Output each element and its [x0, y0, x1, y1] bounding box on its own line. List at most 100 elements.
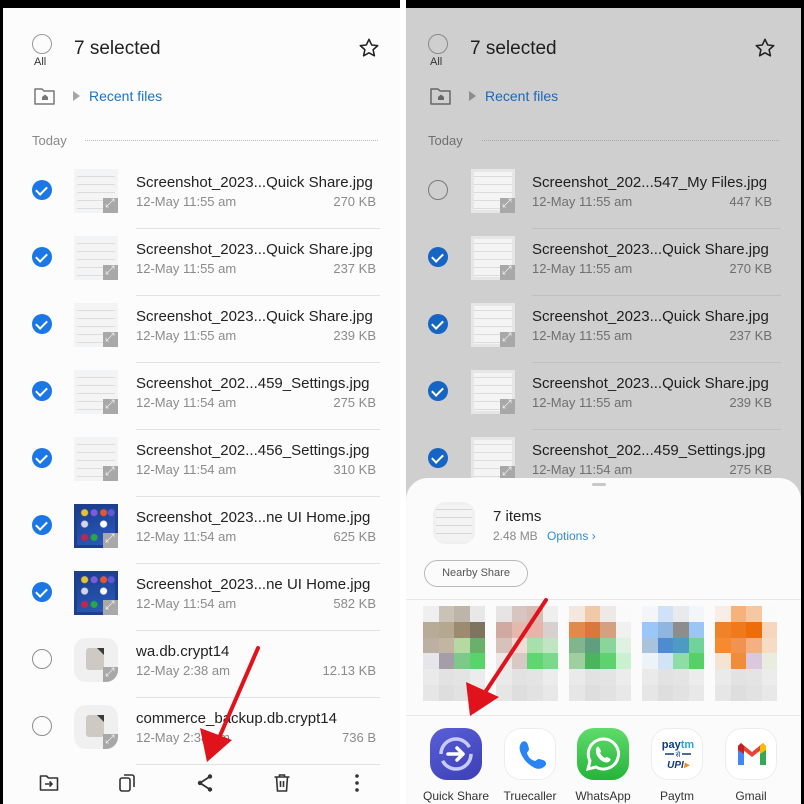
section-today-label: Today — [428, 133, 463, 148]
file-checkbox[interactable] — [32, 314, 52, 334]
chevron-right-icon: › — [588, 529, 596, 543]
file-thumbnail — [74, 504, 118, 548]
file-checkbox[interactable] — [32, 515, 52, 535]
file-row[interactable]: Screenshot_2023...Quick Share.jpg 12-May … — [406, 229, 801, 296]
expand-icon[interactable] — [500, 263, 515, 280]
star-icon[interactable] — [358, 37, 380, 59]
file-date: 12-May 11:55 am — [532, 395, 633, 410]
file-checkbox[interactable] — [32, 180, 52, 200]
delete-icon — [274, 774, 290, 792]
expand-icon[interactable] — [103, 531, 118, 548]
direct-share-contacts — [423, 606, 791, 701]
sheet-divider — [406, 599, 801, 600]
copy-button[interactable] — [116, 772, 138, 794]
expand-icon[interactable] — [500, 330, 515, 347]
blurred-contact[interactable] — [423, 606, 485, 701]
file-size: 12.13 KB — [322, 663, 377, 678]
file-row[interactable]: Screenshot_2023...Quick Share.jpg 12-May … — [3, 162, 400, 229]
expand-icon[interactable] — [103, 330, 118, 347]
app-label: Quick Share — [423, 789, 490, 803]
my-files-selection-screen: All 7 selected Recent files Today Screen… — [3, 8, 400, 804]
expand-icon[interactable] — [103, 665, 118, 682]
file-checkbox[interactable] — [428, 448, 448, 468]
move-button[interactable] — [38, 772, 60, 794]
file-name: Screenshot_2023...Quick Share.jpg — [532, 375, 769, 392]
share-app-list: Quick Share Truecaller WhatsApp paytm से U… — [406, 728, 801, 804]
blurred-contact[interactable] — [496, 606, 558, 701]
expand-icon[interactable] — [103, 196, 118, 213]
blurred-contact[interactable] — [715, 606, 777, 701]
expand-icon[interactable] — [103, 598, 118, 615]
app-truecaller[interactable]: Truecaller — [497, 728, 563, 803]
expand-icon[interactable] — [500, 196, 515, 213]
file-list: Screenshot_202...547_My Files.jpg 12-May … — [406, 162, 801, 497]
document-icon — [86, 648, 104, 670]
file-row[interactable]: Screenshot_202...547_My Files.jpg 12-May … — [406, 162, 801, 229]
expand-icon[interactable] — [103, 464, 118, 481]
file-row[interactable]: Screenshot_202...459_Settings.jpg 12-May … — [3, 363, 400, 430]
delete-button[interactable] — [271, 772, 293, 794]
expand-icon[interactable] — [103, 263, 118, 280]
file-thumbnail — [74, 638, 118, 682]
selection-header-dimmed: All 7 selected — [406, 8, 801, 68]
file-checkbox[interactable] — [428, 381, 448, 401]
file-row[interactable]: Screenshot_2023...ne UI Home.jpg 12-May 1… — [3, 564, 400, 631]
file-checkbox[interactable] — [428, 247, 448, 267]
app-paytm[interactable]: paytm से UPI▸ Paytm — [644, 728, 710, 803]
file-date: 12-May 11:54 am — [136, 596, 237, 611]
file-row[interactable]: Screenshot_2023...Quick Share.jpg 12-May … — [3, 296, 400, 363]
file-size: 310 KB — [333, 462, 376, 477]
file-row[interactable]: Screenshot_202...456_Settings.jpg 12-May … — [3, 430, 400, 497]
app-whatsapp[interactable]: WhatsApp — [570, 728, 636, 803]
breadcrumb-recent-files[interactable]: Recent files — [89, 88, 162, 104]
file-name: commerce_backup.db.crypt14 — [136, 710, 337, 727]
file-checkbox[interactable] — [32, 649, 52, 669]
home-folder-icon[interactable] — [33, 86, 57, 106]
more-options-button[interactable] — [346, 772, 368, 794]
file-row[interactable]: commerce_backup.db.crypt14 12-May 2:38 am… — [3, 698, 400, 765]
breadcrumb-recent-files[interactable]: Recent files — [485, 88, 558, 104]
select-all-checkbox[interactable] — [32, 34, 52, 54]
file-size: 239 KB — [333, 328, 376, 343]
file-row[interactable]: Screenshot_2023...Quick Share.jpg 12-May … — [406, 296, 801, 363]
file-row[interactable]: Screenshot_2023...Quick Share.jpg 12-May … — [3, 229, 400, 296]
file-checkbox[interactable] — [428, 180, 448, 200]
file-checkbox[interactable] — [32, 716, 52, 736]
share-icon — [197, 774, 213, 792]
svg-text:से: से — [676, 750, 681, 759]
home-folder-icon[interactable] — [429, 86, 453, 106]
file-thumbnail — [74, 437, 118, 481]
file-date: 12-May 11:54 am — [532, 462, 633, 477]
file-checkbox[interactable] — [32, 448, 52, 468]
sheet-drag-handle[interactable] — [592, 483, 606, 486]
file-row[interactable]: Screenshot_2023...ne UI Home.jpg 12-May 1… — [3, 497, 400, 564]
file-date: 12-May 11:55 am — [532, 194, 633, 209]
nearby-share-button[interactable]: Nearby Share — [424, 560, 528, 587]
app-label: Truecaller — [503, 789, 557, 803]
file-checkbox[interactable] — [428, 314, 448, 334]
share-button[interactable] — [194, 772, 216, 794]
file-checkbox[interactable] — [32, 247, 52, 267]
file-row[interactable]: wa.db.crypt14 12-May 2:38 am 12.13 KB — [3, 631, 400, 698]
file-thumbnail — [74, 236, 118, 280]
file-checkbox[interactable] — [32, 582, 52, 602]
expand-icon[interactable] — [500, 397, 515, 414]
app-gmail[interactable]: Gmail — [718, 728, 784, 803]
expand-icon[interactable] — [103, 397, 118, 414]
app-label: Gmail — [735, 789, 767, 803]
file-checkbox[interactable] — [32, 381, 52, 401]
star-icon[interactable] — [754, 37, 776, 59]
select-all-checkbox[interactable] — [428, 34, 448, 54]
breadcrumb-arrow-icon — [469, 91, 476, 101]
sheet-divider — [406, 715, 801, 716]
options-link[interactable]: Options › — [547, 529, 596, 543]
blurred-contact[interactable] — [569, 606, 631, 701]
copy-icon — [119, 774, 135, 792]
app-quick-share[interactable]: Quick Share — [423, 728, 489, 803]
items-count: 7 items — [493, 508, 542, 525]
section-today-label: Today — [32, 133, 67, 148]
expand-icon[interactable] — [103, 732, 118, 749]
file-row[interactable]: Screenshot_2023...Quick Share.jpg 12-May … — [406, 363, 801, 430]
blurred-contact[interactable] — [642, 606, 704, 701]
file-size: 275 KB — [729, 462, 772, 477]
